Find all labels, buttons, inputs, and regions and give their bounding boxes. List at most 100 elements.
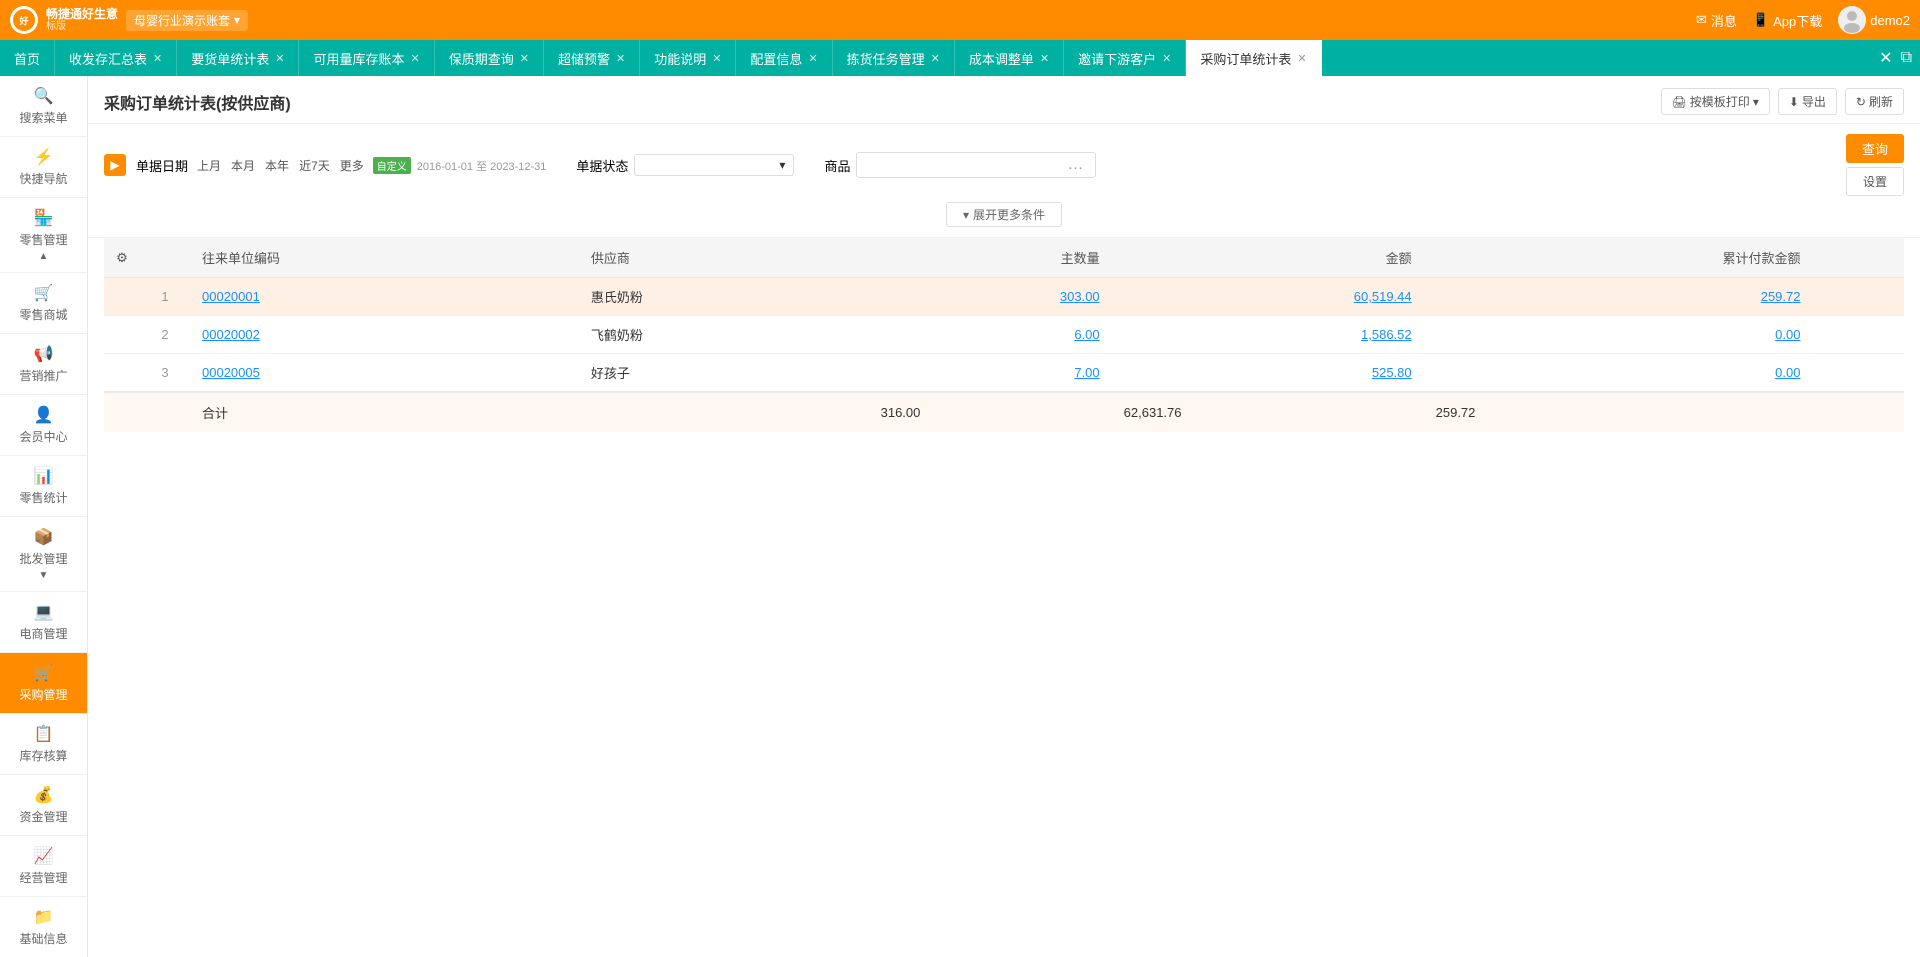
amount-link[interactable]: 525.80: [1372, 365, 1412, 380]
row-extra: [1812, 278, 1904, 316]
goods-more-icon[interactable]: …: [1063, 156, 1087, 174]
paid-link[interactable]: 259.72: [1761, 289, 1801, 304]
filter-toggle-button[interactable]: ▶: [104, 154, 126, 176]
tab-chengbentiaozhen[interactable]: 成本调整单 ✕: [955, 40, 1064, 76]
filter-main-row: ▶ 单据日期 上月 本月 本年 近7天 更多 自定义 2016-01-01 至 …: [104, 134, 1904, 196]
date-range-display: 2016-01-01 至 2023-12-31: [417, 158, 547, 174]
date-shortcut-7days[interactable]: 近7天: [296, 156, 333, 175]
close-tab-keyongliang[interactable]: ✕: [411, 52, 420, 65]
col-qty[interactable]: 主数量: [869, 238, 1112, 278]
custom-date-tag[interactable]: 自定义: [373, 157, 411, 174]
tab-gongngshuoming[interactable]: 功能说明 ✕: [640, 40, 736, 76]
tab-baozhouqicha[interactable]: 保质期查询 ✕: [435, 40, 544, 76]
sidebar-item-marketing[interactable]: 📢 营销推广: [0, 334, 87, 395]
tab-shoufahuizong[interactable]: 收发存汇总表 ✕: [55, 40, 177, 76]
footer-num: [140, 392, 190, 432]
print-button[interactable]: 🖨 按模板打印 ▾: [1661, 88, 1770, 115]
filter-settings-button[interactable]: 设置: [1846, 167, 1904, 196]
close-tab-paihuorenwu[interactable]: ✕: [931, 52, 940, 65]
sidebar-item-ecommerce[interactable]: 💻 电商管理: [0, 592, 87, 653]
sidebar-item-retail[interactable]: 🏪 零售管理 ▲: [0, 198, 87, 273]
row-paid: 259.72: [1424, 278, 1813, 316]
quicknav-icon: ⚡: [34, 147, 54, 167]
export-icon: ⬇: [1789, 95, 1799, 109]
refresh-button[interactable]: ↻ 刷新: [1845, 88, 1904, 115]
close-all-tabs-icon[interactable]: ✕: [1879, 48, 1892, 68]
search-button[interactable]: 查询: [1846, 134, 1904, 163]
tab-yaoqingxiayouke[interactable]: 邀请下游客户 ✕: [1064, 40, 1186, 76]
app-download-button[interactable]: 📱 App下载: [1753, 11, 1822, 30]
export-button[interactable]: ⬇ 导出: [1778, 88, 1837, 115]
close-tab-yaoqingxiayouke[interactable]: ✕: [1162, 52, 1171, 65]
close-tab-gongngshuoming[interactable]: ✕: [712, 52, 721, 65]
expand-icon: ▾: [963, 208, 969, 222]
filter-status-section: 单据状态 ▾: [576, 154, 794, 176]
sidebar-item-finance[interactable]: 💰 资金管理: [0, 775, 87, 836]
paid-link[interactable]: 0.00: [1775, 327, 1800, 342]
col-paid[interactable]: 累计付款金额: [1424, 238, 1813, 278]
col-supplier[interactable]: 供应商: [579, 238, 869, 278]
top-bar-left: 好 畅捷通好生意 标版 母婴行业演示账套 ▾: [10, 6, 248, 34]
tab-paihuorenwu[interactable]: 拣货任务管理 ✕: [833, 40, 955, 76]
row-extra: [1812, 316, 1904, 354]
restore-tabs-icon[interactable]: ⧉: [1901, 49, 1912, 67]
qty-link[interactable]: 7.00: [1074, 365, 1099, 380]
close-tab-shoufahuizong[interactable]: ✕: [153, 52, 162, 65]
date-shortcut-this-year[interactable]: 本年: [262, 156, 292, 175]
sidebar-item-wholesale[interactable]: 📦 批发管理 ▼: [0, 517, 87, 592]
close-tab-caigoudingdan[interactable]: ✕: [1297, 52, 1306, 65]
print-icon: 🖨: [1672, 95, 1687, 109]
footer-extra: [1812, 392, 1904, 432]
svg-text:好: 好: [18, 15, 28, 26]
sidebar-item-search[interactable]: 🔍 搜索菜单: [0, 76, 87, 137]
sidebar-item-retailstat[interactable]: 📊 零售统计: [0, 456, 87, 517]
message-button[interactable]: ✉ 消息: [1696, 11, 1737, 30]
row-extra: [1812, 354, 1904, 393]
sidebar-item-member[interactable]: 👤 会员中心: [0, 395, 87, 456]
close-tab-chaochuyujing[interactable]: ✕: [616, 52, 625, 65]
paid-link[interactable]: 0.00: [1775, 365, 1800, 380]
date-shortcut-more[interactable]: 更多: [337, 156, 367, 175]
tab-keyongliang[interactable]: 可用量库存账本 ✕: [299, 40, 434, 76]
table-row: 3 00020005 好孩子 7.00 525.80 0.00: [104, 354, 1904, 393]
tab-caigoudingdan[interactable]: 采购订单统计表 ✕: [1186, 40, 1321, 76]
sidebar-item-operation[interactable]: 📈 经营管理: [0, 836, 87, 897]
date-shortcut-last-month[interactable]: 上月: [194, 156, 224, 175]
table-row: 2 00020002 飞鹤奶粉 6.00 1,586.52 0.00: [104, 316, 1904, 354]
finance-icon: 💰: [34, 785, 54, 805]
col-code[interactable]: 往来单位编码: [190, 238, 579, 278]
col-amount[interactable]: 金额: [1112, 238, 1424, 278]
row-code: 00020001: [190, 278, 579, 316]
row-supplier: 飞鹤奶粉: [579, 316, 869, 354]
close-tab-chengbentiaozhen[interactable]: ✕: [1040, 52, 1049, 65]
qty-link[interactable]: 303.00: [1060, 289, 1100, 304]
date-shortcut-this-month[interactable]: 本月: [228, 156, 258, 175]
code-link[interactable]: 00020002: [202, 327, 260, 342]
tab-yaohuodanjietong[interactable]: 要货单统计表 ✕: [177, 40, 299, 76]
sidebar-item-purchase[interactable]: 🛒 采购管理: [0, 653, 87, 714]
tab-home[interactable]: 首页: [0, 40, 55, 76]
status-select[interactable]: ▾: [634, 154, 794, 176]
close-tab-peizhi[interactable]: ✕: [808, 52, 817, 65]
sidebar-item-basic[interactable]: 📁 基础信息: [0, 897, 87, 957]
footer-settings: [104, 392, 140, 432]
close-tab-yaohuodanjietong[interactable]: ✕: [275, 52, 284, 65]
close-tab-baozhouqicha[interactable]: ✕: [520, 52, 529, 65]
sidebar-item-inventory[interactable]: 📋 库存核算: [0, 714, 87, 775]
amount-link[interactable]: 1,586.52: [1361, 327, 1412, 342]
marketing-icon: 📢: [34, 344, 54, 364]
row-num: 3: [140, 354, 190, 393]
workspace-selector[interactable]: 母婴行业演示账套 ▾: [126, 10, 248, 31]
tab-peizhi[interactable]: 配置信息 ✕: [736, 40, 832, 76]
tab-chaochuyujing[interactable]: 超储预警 ✕: [544, 40, 640, 76]
user-avatar[interactable]: demo2: [1838, 6, 1910, 34]
sidebar-item-quicknav[interactable]: ⚡ 快捷导航: [0, 137, 87, 198]
qty-link[interactable]: 6.00: [1074, 327, 1099, 342]
code-link[interactable]: 00020001: [202, 289, 260, 304]
code-link[interactable]: 00020005: [202, 365, 260, 380]
sidebar-item-retailmall[interactable]: 🛒 零售商城: [0, 273, 87, 334]
expand-filters-button[interactable]: ▾ 展开更多条件: [946, 202, 1062, 227]
goods-input[interactable]: …: [856, 152, 1096, 178]
amount-link[interactable]: 60,519.44: [1354, 289, 1412, 304]
col-settings[interactable]: ⚙: [104, 238, 140, 278]
